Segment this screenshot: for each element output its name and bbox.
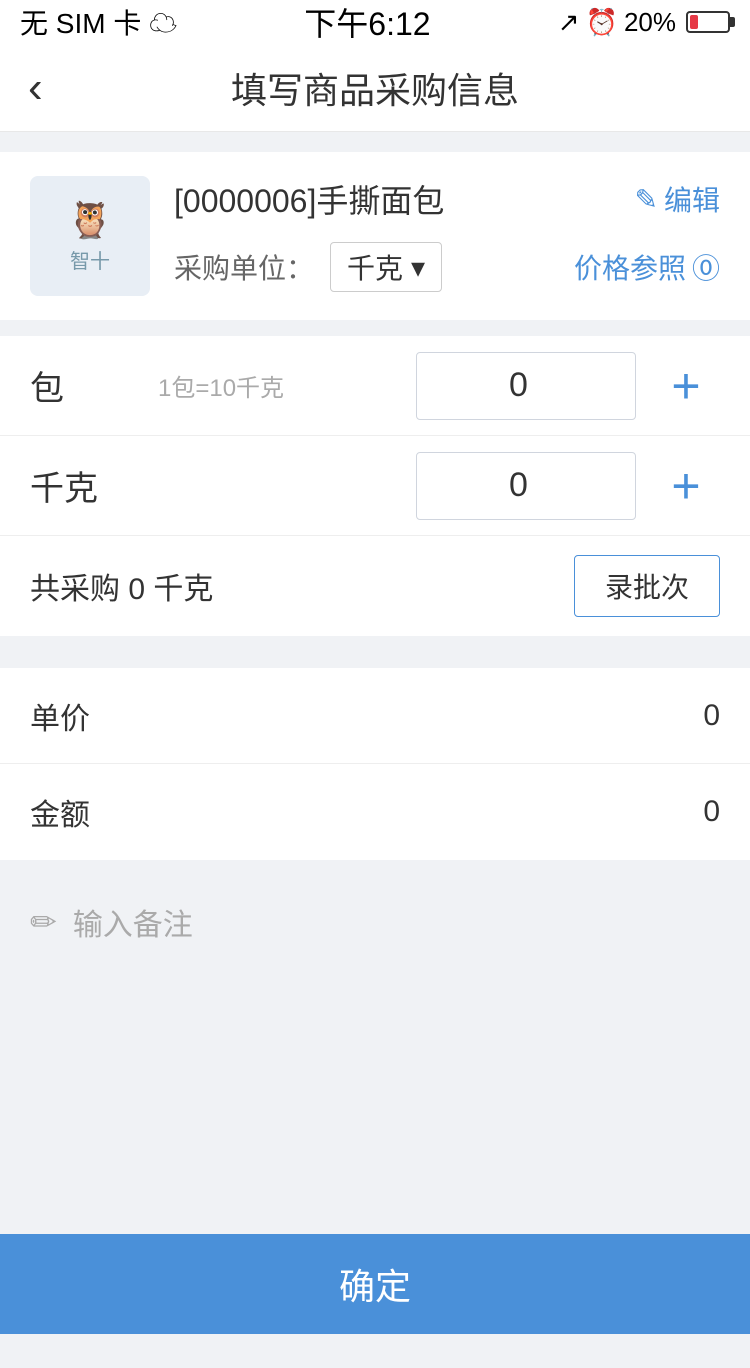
kg-plus-button[interactable]: + [652,452,720,520]
product-info: [0000006]手撕面包 ✎ 编辑 采购单位： 千克 ▾ 价格参照 ⓪ [174,176,720,292]
purchase-unit-label: 采购单位： [174,247,314,287]
kg-quantity-input[interactable] [416,452,636,520]
kg-plus-icon: + [671,461,700,511]
bag-label: 包 [30,361,150,410]
battery-percent: 20% [624,7,676,38]
pencil-icon: ✏ [30,903,57,941]
status-left: 无 SIM 卡 ☁ [20,2,177,42]
unit-value: 千克 [347,247,403,287]
summary-row: 共采购 0 千克 录批次 [0,536,750,636]
location-icon: ↗ [558,7,580,38]
edit-icon: ✎ [635,183,658,216]
kg-input-row: 千克 + [0,436,750,536]
confirm-label: 确定 [339,1258,411,1310]
edit-label: 编辑 [664,179,720,219]
bag-sub-label: 1包=10千克 [158,368,284,403]
section-divider-2 [0,636,750,652]
kg-label: 千克 [30,461,150,510]
notes-section[interactable]: ✏ 输入备注 [0,876,750,968]
amount-label: 金额 [30,790,90,834]
bottom-space [0,968,750,1268]
bag-plus-button[interactable]: + [652,352,720,420]
product-thumbnail: 🦉 智十 [30,176,150,296]
status-time: 下午6:12 [304,0,430,45]
edit-button[interactable]: ✎ 编辑 [635,179,720,219]
status-bar: 无 SIM 卡 ☁ 下午6:12 ↗ ⏰ 20% [0,0,750,44]
status-right: ↗ ⏰ 20% [558,7,730,38]
section-divider-1 [0,320,750,336]
price-ref-label: 价格参照 [574,247,686,287]
total-purchase-text: 共采购 0 千克 [30,564,213,608]
back-button[interactable]: ‹ [28,66,43,110]
bag-quantity-input[interactable] [416,352,636,420]
dropdown-icon: ▾ [411,251,425,284]
product-logo: 🦉 [68,199,113,241]
alarm-icon: ⏰ [586,7,618,38]
quantity-input-section: 包 1包=10千克 + 千克 + [0,336,750,536]
price-section: 单价 0 金额 0 [0,668,750,860]
plus-icon: + [671,361,700,411]
unit-price-label: 单价 [30,694,90,738]
amount-value: 0 [703,795,720,829]
notes-placeholder: 输入备注 [73,900,193,944]
battery-icon [686,11,730,33]
nav-bar: ‹ 填写商品采购信息 [0,44,750,132]
help-icon: ⓪ [692,247,720,287]
bag-input-row: 包 1包=10千克 + [0,336,750,436]
record-batch-button[interactable]: 录批次 [574,555,720,617]
unit-select[interactable]: 千克 ▾ [330,242,442,292]
confirm-button[interactable]: 确定 [0,1234,750,1334]
sim-status: 无 SIM 卡 ☁ [20,2,177,42]
page-title: 填写商品采购信息 [231,62,519,114]
amount-row: 金额 0 [0,764,750,860]
product-card: 🦉 智十 [0000006]手撕面包 ✎ 编辑 采购单位： 千克 ▾ [0,152,750,320]
unit-price-row: 单价 0 [0,668,750,764]
product-name: [0000006]手撕面包 [174,176,444,222]
unit-price-value: 0 [703,699,720,733]
price-ref-button[interactable]: 价格参照 ⓪ [574,247,720,287]
